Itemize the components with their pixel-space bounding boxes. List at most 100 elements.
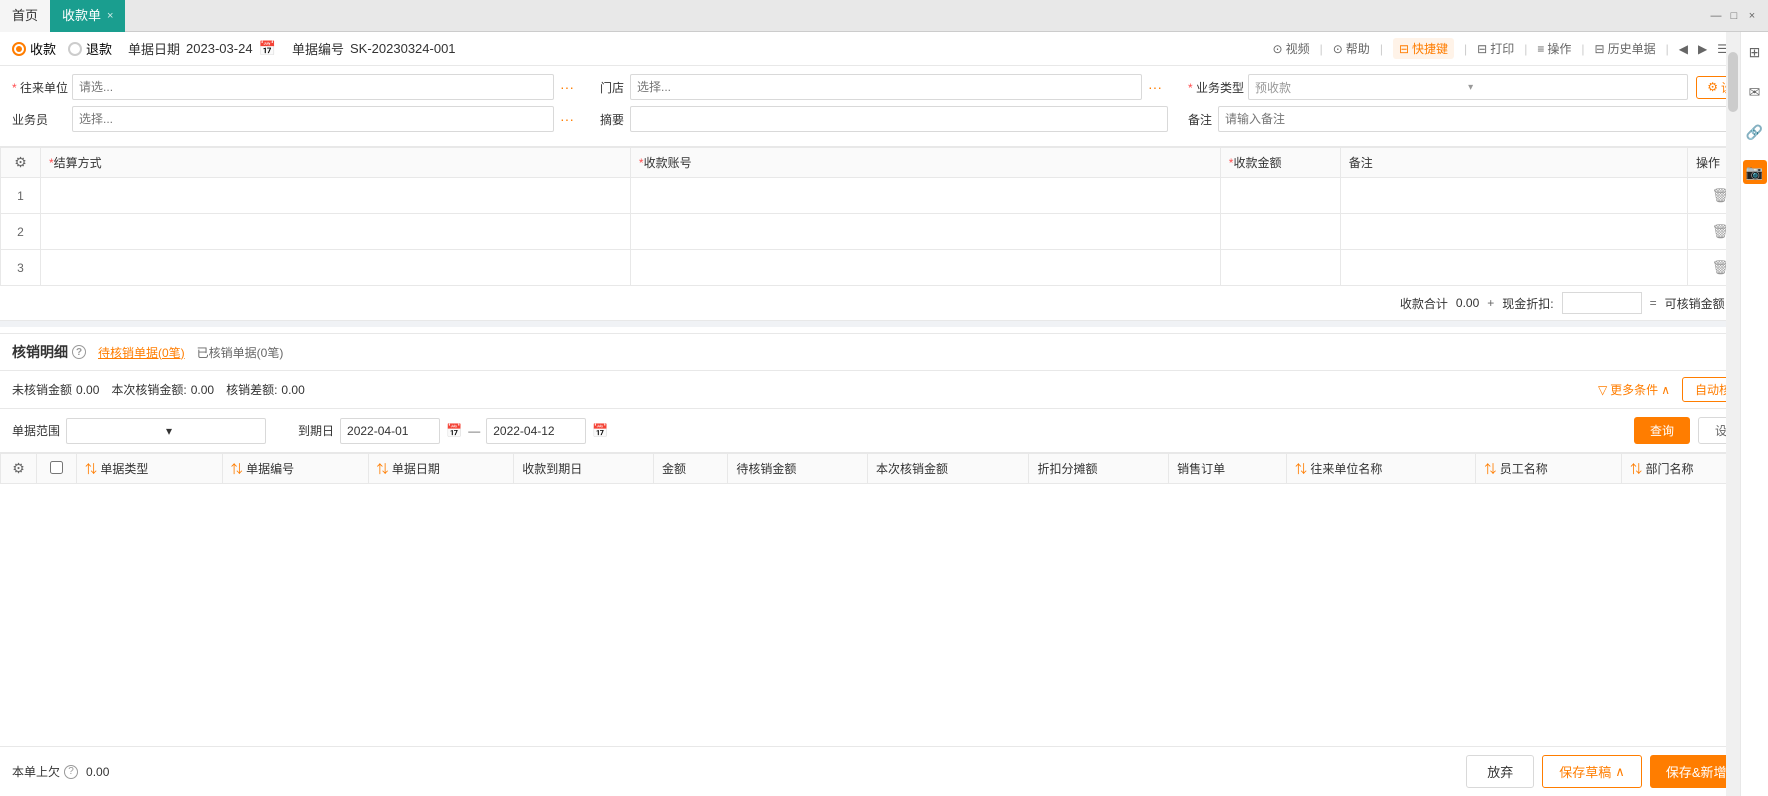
staff-more-icon[interactable]: ··· xyxy=(554,111,580,127)
scroll-thumb[interactable] xyxy=(1728,52,1738,112)
video-icon: ⊙ xyxy=(1273,42,1283,56)
window-controls: — □ × xyxy=(1708,8,1768,24)
col-doc-date: ⇅ 单据日期 xyxy=(368,454,514,484)
radio-refund[interactable]: 退款 xyxy=(68,39,112,58)
discount-input[interactable] xyxy=(1562,292,1642,314)
calendar-from-icon[interactable]: 📅 xyxy=(446,423,462,439)
settle-method-cell[interactable] xyxy=(41,250,631,286)
pending-tab[interactable]: 待核销单据(0笔) xyxy=(98,344,185,361)
col-current-amount: 本次核销金额 xyxy=(868,454,1029,484)
recon-info-icon[interactable]: ? xyxy=(72,345,86,359)
table-row: 2 🗑 ⧉ xyxy=(1,214,1768,250)
table-gear-icon[interactable]: ⚙ xyxy=(14,154,27,170)
scrollbar[interactable] xyxy=(1726,32,1740,796)
range-filter: 单据范围 ▾ xyxy=(12,418,266,444)
col-sales-order: 销售订单 xyxy=(1169,454,1287,484)
shortcut-btn[interactable]: ⊟ 快捷键 xyxy=(1393,38,1454,59)
date-to-input[interactable] xyxy=(486,418,586,444)
radio-receipt[interactable]: 收款 xyxy=(12,39,56,58)
summary-field: 摘要 xyxy=(600,106,1168,132)
due-date-filter: 到期日 📅 — 📅 xyxy=(298,418,608,444)
calendar-to-icon[interactable]: 📅 xyxy=(592,423,608,439)
receipt-account-cell[interactable] xyxy=(630,178,1220,214)
help-btn[interactable]: ⊙ 帮助 xyxy=(1333,40,1370,57)
settle-method-cell[interactable] xyxy=(41,178,631,214)
receipt-amount-cell[interactable] xyxy=(1220,214,1340,250)
sidebar-table-icon[interactable]: ⊞ xyxy=(1743,40,1767,64)
col-amount: 金额 xyxy=(653,454,727,484)
completed-tab[interactable]: 已核销单据(0笔) xyxy=(197,344,284,361)
range-select[interactable]: ▾ xyxy=(66,418,266,444)
table-section: ⚙ *结算方式 *收款账号 *收款金额 备注 操作 xyxy=(0,147,1768,286)
receipt-account-cell[interactable] xyxy=(630,250,1220,286)
recon-title: 核销明细 ? xyxy=(12,342,86,362)
query-button[interactable]: 查询 xyxy=(1634,417,1690,444)
partner-more-icon[interactable]: ··· xyxy=(554,79,580,95)
receipt-table: ⚙ *结算方式 *收款账号 *收款金额 备注 操作 xyxy=(0,147,1768,286)
sidebar-camera-icon[interactable]: 📷 xyxy=(1743,160,1767,184)
receipt-amount-cell[interactable] xyxy=(1220,178,1340,214)
minimize-button[interactable]: — xyxy=(1708,8,1724,24)
receipt-account-cell[interactable] xyxy=(630,214,1220,250)
shop-input[interactable] xyxy=(630,74,1142,100)
bottom-bar: 本单上欠 ? 0.00 放弃 保存草稿 ∧ 保存&新增 ∧ xyxy=(0,746,1768,796)
settle-method-cell[interactable] xyxy=(41,214,631,250)
bottom-actions: 放弃 保存草稿 ∧ 保存&新增 ∧ xyxy=(1466,755,1756,788)
date-field: 单据日期 2023-03-24 📅 xyxy=(128,39,276,58)
history-icon: ⊟ xyxy=(1595,42,1605,56)
receipt-type-group: 收款 退款 xyxy=(12,39,112,58)
print-btn[interactable]: ⊟ 打印 xyxy=(1477,40,1514,57)
abandon-button[interactable]: 放弃 xyxy=(1466,755,1534,788)
reconciliation-section: 核销明细 ? 待核销单据(0笔) 已核销单据(0笔) 未核销金额 0.00 本次… xyxy=(0,333,1768,746)
close-button[interactable]: × xyxy=(1744,8,1760,24)
toolbar-right: ⊙ 视频 | ⊙ 帮助 | ⊟ 快捷键 | ⊟ 打印 | ≡ 操作 | xyxy=(1273,38,1756,59)
note-cell[interactable] xyxy=(1340,250,1687,286)
staff-input[interactable] xyxy=(72,106,554,132)
partner-field: 往来单位 ··· xyxy=(12,74,580,100)
maximize-button[interactable]: □ xyxy=(1726,8,1742,24)
note-input[interactable] xyxy=(1218,106,1756,132)
range-arrow-icon: ▾ xyxy=(166,424,259,438)
row-number: 1 xyxy=(1,178,41,214)
tab-receipt[interactable]: 收款单 × xyxy=(50,0,125,32)
recon-stats: 未核销金额 0.00 本次核销金额: 0.00 核销差额: 0.00 ▽ 更多条… xyxy=(0,371,1768,409)
select-all-checkbox[interactable] xyxy=(50,461,63,474)
col-settle-method: *结算方式 xyxy=(41,148,631,178)
tab-close-icon[interactable]: × xyxy=(107,0,113,32)
more-conditions-btn[interactable]: ▽ 更多条件 ∧ xyxy=(1598,381,1670,398)
save-draft-button[interactable]: 保存草稿 ∧ xyxy=(1542,755,1642,788)
history-btn[interactable]: ⊟ 历史单据 xyxy=(1595,40,1656,57)
col-partner-name: ⇅ 往来单位名称 xyxy=(1287,454,1476,484)
col-receipt-amount: *收款金额 xyxy=(1220,148,1340,178)
summary-row: 收款合计 0.00 + 现金折扣: = 可核销金额 0.00 xyxy=(0,286,1768,321)
date-from-input[interactable] xyxy=(340,418,440,444)
shop-more-icon[interactable]: ··· xyxy=(1142,79,1168,95)
col-staff-name: ⇅ 员工名称 xyxy=(1476,454,1622,484)
sidebar-link-icon[interactable]: 🔗 xyxy=(1743,120,1767,144)
partner-input[interactable] xyxy=(72,74,554,100)
staff-field: 业务员 ··· xyxy=(12,106,580,132)
nav-right-btn[interactable]: ▶ xyxy=(1698,42,1707,56)
summary-input[interactable] xyxy=(630,106,1168,132)
filter-icon: ▽ xyxy=(1598,383,1607,397)
number-field: 单据编号 SK-20230324-001 xyxy=(292,39,456,58)
bottom-table-section: ⚙ ⇅ 单据类型 ⇅ 单据编号 xyxy=(0,453,1768,746)
bottom-table-gear-icon[interactable]: ⚙ xyxy=(12,460,25,476)
nav-left-btn[interactable]: ◀ xyxy=(1679,42,1688,56)
tab-home[interactable]: 首页 xyxy=(0,0,50,32)
sidebar-email-icon[interactable]: ✉ xyxy=(1743,80,1767,104)
bottom-info-icon[interactable]: ? xyxy=(64,765,78,779)
note-cell[interactable] xyxy=(1340,214,1687,250)
business-type-select[interactable]: 预收款 ▾ xyxy=(1248,74,1688,100)
receipt-amount-cell[interactable] xyxy=(1220,250,1340,286)
video-btn[interactable]: ⊙ 视频 xyxy=(1273,40,1310,57)
shortcut-icon: ⊟ xyxy=(1399,42,1409,56)
unchecked-amount: 未核销金额 0.00 xyxy=(12,381,99,398)
row-number: 3 xyxy=(1,250,41,286)
operation-btn[interactable]: ≡ 操作 xyxy=(1537,40,1571,57)
gear-icon: ⚙ xyxy=(1707,80,1718,94)
shop-field: 门店 ··· xyxy=(600,74,1168,100)
radio-receipt-dot xyxy=(12,42,26,56)
calendar-icon[interactable]: 📅 xyxy=(259,40,276,57)
note-cell[interactable] xyxy=(1340,178,1687,214)
